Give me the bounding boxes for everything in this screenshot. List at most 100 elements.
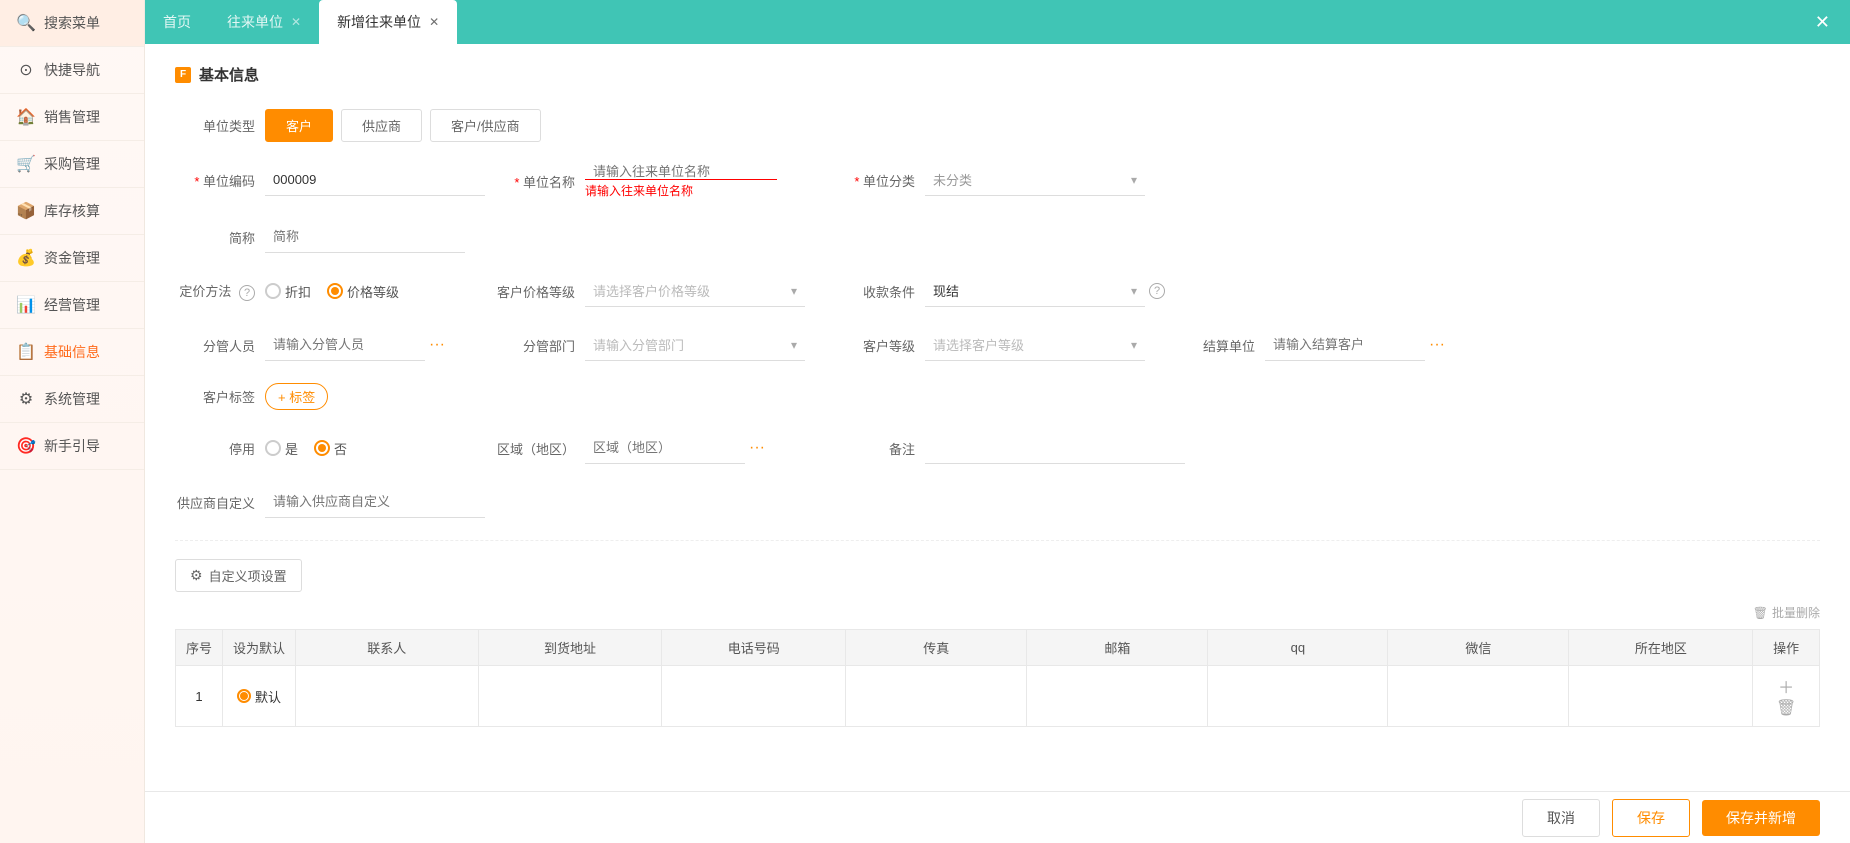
delete-row-btn[interactable]: 🗑 — [1774, 698, 1798, 719]
name-error-msg: 请输入往来单位名称 — [585, 182, 777, 199]
abbr-input[interactable] — [265, 221, 465, 253]
department-select[interactable]: 请输入分管部门 ▾ — [585, 329, 805, 361]
save-button[interactable]: 保存 — [1612, 799, 1690, 837]
region-input[interactable] — [585, 432, 745, 464]
name-field: 单位名称 请输入往来单位名称 — [495, 164, 835, 199]
pricing-level-radio[interactable]: 价格等级 — [327, 282, 399, 301]
category-arrow-icon: ▾ — [1131, 173, 1137, 187]
address-input[interactable] — [489, 689, 652, 704]
remark-label: 备注 — [835, 439, 915, 458]
remark-input[interactable] — [925, 432, 1185, 464]
sidebar-item-label: 采购管理 — [44, 154, 100, 174]
cell-region[interactable] — [1569, 666, 1753, 727]
yes-radio-circle — [265, 440, 281, 456]
cell-phone[interactable] — [662, 666, 846, 727]
department-label: 分管部门 — [495, 336, 575, 355]
sidebar-item-system[interactable]: ⚙ 系统管理 — [0, 376, 144, 423]
contact-input[interactable] — [306, 689, 467, 704]
basic-icon: 📋 — [16, 342, 36, 362]
settlement-more-btn[interactable]: ··· — [1425, 336, 1449, 354]
sidebar-item-finance[interactable]: 💰 资金管理 — [0, 235, 144, 282]
col-email: 邮箱 — [1027, 630, 1208, 666]
tab-partners[interactable]: 往来单位 ✕ — [209, 0, 319, 44]
tab-home-label: 首页 — [163, 12, 191, 32]
settlement-input[interactable] — [1265, 329, 1425, 361]
sidebar-item-operations[interactable]: 📊 经营管理 — [0, 282, 144, 329]
tab-home[interactable]: 首页 — [145, 0, 209, 44]
tab-new-partner[interactable]: 新增往来单位 ✕ — [319, 0, 457, 44]
phone-input[interactable] — [672, 689, 835, 704]
unit-type-customer-btn[interactable]: 客户 — [265, 109, 333, 142]
cancel-button[interactable]: 取消 — [1522, 799, 1600, 837]
fax-input[interactable] — [856, 689, 1016, 704]
cell-qq[interactable] — [1208, 666, 1388, 727]
sidebar-item-label: 库存核算 — [44, 201, 100, 221]
no-label: 否 — [334, 439, 347, 458]
unit-type-both-btn[interactable]: 客户/供应商 — [430, 109, 541, 142]
pricing-discount-radio[interactable]: 折扣 — [265, 282, 311, 301]
pricing-row: 定价方法 ? 折扣 价格等级 客户价格等级 请选择客户价 — [175, 275, 1820, 307]
add-row-btn[interactable]: ＋ — [1776, 678, 1796, 699]
batch-delete-btn[interactable]: 🗑 批量删除 — [1753, 604, 1820, 621]
custom-settings-btn[interactable]: ⚙ 自定义项设置 — [175, 559, 302, 592]
supplier-custom-input[interactable] — [265, 486, 485, 518]
email-input[interactable] — [1037, 689, 1197, 704]
sidebar-item-basic[interactable]: 📋 基础信息 — [0, 329, 144, 376]
sidebar-item-label: 搜索菜单 — [44, 13, 100, 33]
department-placeholder: 请输入分管部门 — [593, 335, 791, 354]
customer-level-select[interactable]: 请选择客户等级 ▾ — [925, 329, 1145, 361]
cell-wechat[interactable] — [1388, 666, 1569, 727]
sidebar-item-label: 系统管理 — [44, 389, 100, 409]
sidebar-item-label: 经营管理 — [44, 295, 100, 315]
manager-more-btn[interactable]: ··· — [425, 336, 449, 354]
region-table-input[interactable] — [1579, 689, 1742, 704]
payment-terms-field: 收款条件 现结 ▾ ? — [835, 275, 1175, 307]
sidebar-item-purchase[interactable]: 🛒 采购管理 — [0, 141, 144, 188]
tab-new-partner-close[interactable]: ✕ — [429, 15, 439, 29]
disabled-yes-radio[interactable]: 是 — [265, 439, 298, 458]
disabled-field: 停用 是 否 — [175, 439, 495, 458]
manager-input[interactable] — [265, 329, 425, 361]
region-more-btn[interactable]: ··· — [745, 439, 769, 457]
sidebar-item-search[interactable]: 🔍 搜索菜单 — [0, 0, 144, 47]
section-icon: F — [175, 67, 191, 83]
cell-contact[interactable] — [296, 666, 478, 727]
default-label: 默认 — [255, 687, 281, 706]
tab-bar-close-all[interactable]: ✕ — [1807, 8, 1838, 37]
name-label: 单位名称 — [495, 172, 575, 191]
col-region: 所在地区 — [1569, 630, 1753, 666]
col-phone: 电话号码 — [662, 630, 846, 666]
disabled-no-radio[interactable]: 否 — [314, 439, 347, 458]
code-input[interactable] — [265, 164, 485, 196]
cell-address[interactable] — [478, 666, 662, 727]
save-new-button[interactable]: 保存并新增 — [1702, 800, 1820, 836]
sidebar-item-quick-nav[interactable]: ⊙ 快捷导航 — [0, 47, 144, 94]
settlement-label: 结算单位 — [1175, 336, 1255, 355]
unit-type-supplier-btn[interactable]: 供应商 — [341, 109, 422, 142]
batch-delete-icon: 🗑 — [1753, 606, 1768, 620]
contacts-table: 序号 设为默认 联系人 到货地址 电话号码 传真 邮箱 qq 微信 所在地区 操… — [175, 629, 1820, 727]
sidebar-item-sales[interactable]: 🏠 销售管理 — [0, 94, 144, 141]
payment-terms-help-icon[interactable]: ? — [1149, 283, 1165, 299]
customer-price-level-select[interactable]: 请选择客户价格等级 ▾ — [585, 275, 805, 307]
wechat-input[interactable] — [1398, 689, 1558, 704]
cell-fax[interactable] — [846, 666, 1027, 727]
add-tag-btn[interactable]: + 标签 — [265, 383, 328, 410]
sidebar-item-guide[interactable]: 🎯 新手引导 — [0, 423, 144, 470]
category-select[interactable]: 未分类 ▾ — [925, 164, 1145, 196]
col-address: 到货地址 — [478, 630, 662, 666]
disabled-region-row: 停用 是 否 区域（地区） ··· 备注 — [175, 432, 1820, 464]
sidebar-item-label: 新手引导 — [44, 436, 100, 456]
sidebar-item-inventory[interactable]: 📦 库存核算 — [0, 188, 144, 235]
payment-terms-select[interactable]: 现结 ▾ — [925, 275, 1145, 307]
bottom-bar: 取消 保存 保存并新增 — [145, 791, 1850, 843]
name-input[interactable] — [585, 164, 777, 180]
cell-email[interactable] — [1027, 666, 1208, 727]
default-radio[interactable] — [237, 689, 251, 703]
pricing-help-icon[interactable]: ? — [239, 285, 255, 301]
qq-input[interactable] — [1218, 689, 1377, 704]
category-label: 单位分类 — [835, 171, 915, 190]
batch-delete-label: 批量删除 — [1772, 604, 1820, 621]
name-input-wrapper: 请输入往来单位名称 — [585, 164, 777, 199]
tab-partners-close[interactable]: ✕ — [291, 15, 301, 29]
